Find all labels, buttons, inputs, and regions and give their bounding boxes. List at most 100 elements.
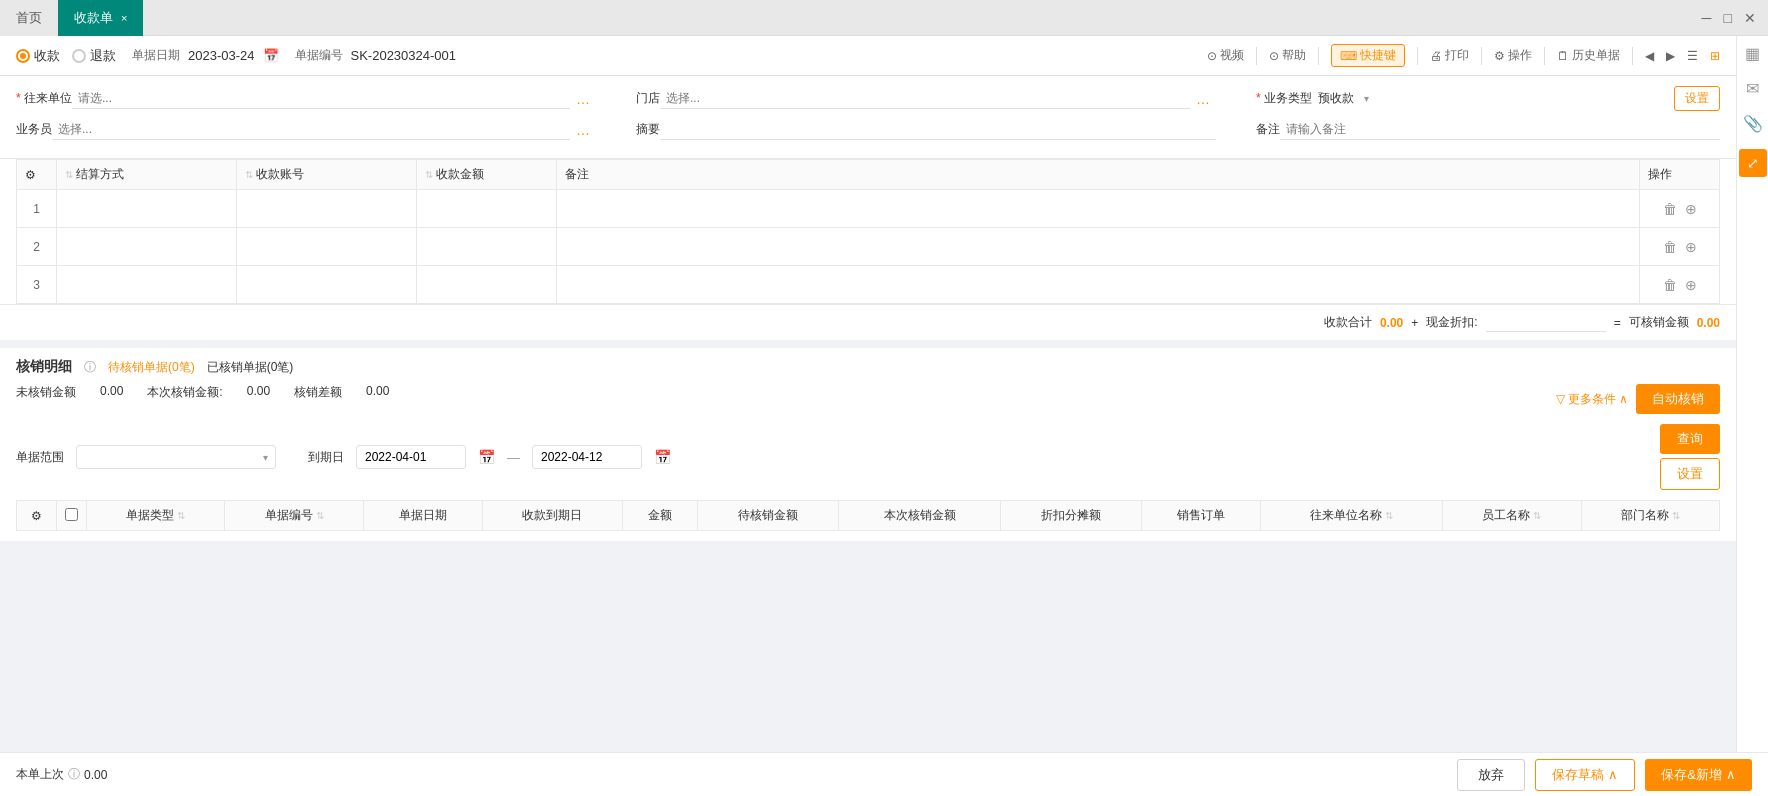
partner-more-btn[interactable]: … — [570, 91, 596, 107]
nav-next[interactable]: ▶ — [1666, 49, 1675, 63]
diff-label: 核销差额 — [294, 384, 342, 414]
detail-checkbox-header[interactable] — [57, 501, 87, 531]
done-tab[interactable]: 已核销单据(0笔) — [207, 359, 294, 376]
cal-to-icon[interactable]: 📅 — [654, 449, 671, 465]
settings-btn[interactable]: 设置 — [1674, 86, 1720, 111]
copy-icon-1[interactable]: ⊕ — [1685, 201, 1697, 217]
operation-btn[interactable]: ⚙ 操作 — [1494, 47, 1532, 64]
discard-button[interactable]: 放弃 — [1457, 759, 1525, 791]
select-all-checkbox[interactable] — [65, 508, 78, 521]
more-conditions-btn[interactable]: ▽ 更多条件 ∧ — [1556, 391, 1628, 408]
partner-input[interactable] — [72, 88, 570, 109]
date-from-input[interactable] — [356, 445, 466, 469]
col-partner[interactable]: 往来单位名称 — [1260, 501, 1442, 531]
copy-icon-2[interactable]: ⊕ — [1685, 239, 1697, 255]
col-staff[interactable]: 员工名称 — [1443, 501, 1581, 531]
col-type[interactable]: 单据类型 — [87, 501, 225, 531]
range-select-wrapper — [76, 445, 276, 469]
tab-current[interactable]: 收款单 × — [58, 0, 143, 36]
cell-amount-2[interactable] — [417, 228, 557, 266]
table-gear-header[interactable]: ⚙ — [17, 160, 57, 190]
maximize-icon[interactable]: □ — [1724, 10, 1732, 26]
minimize-icon[interactable]: ─ — [1702, 10, 1712, 26]
cell-amount-1[interactable] — [417, 190, 557, 228]
cell-settlement-3[interactable] — [57, 266, 237, 304]
cell-remark-1[interactable] — [557, 190, 1640, 228]
delete-icon-3[interactable]: 🗑 — [1663, 277, 1677, 293]
biz-type-value: 预收款 — [1312, 87, 1360, 110]
shortcut-btn[interactable]: ⌨ 快捷键 — [1331, 44, 1405, 67]
wo-settings-btn[interactable]: 设置 — [1660, 458, 1720, 490]
col-num[interactable]: 单据编号 — [225, 501, 363, 531]
radio-refund[interactable]: 退款 — [72, 47, 116, 65]
settlement-input-2[interactable] — [57, 234, 236, 260]
attachment-icon[interactable]: 📎 — [1743, 114, 1763, 133]
account-input-1[interactable] — [237, 196, 416, 222]
biz-type-select[interactable]: 预收款 ▾ — [1312, 87, 1666, 110]
remark-input-2[interactable] — [557, 234, 1639, 260]
table-view-icon[interactable]: ▦ — [1745, 44, 1760, 63]
discount-input[interactable] — [1486, 313, 1606, 332]
account-input-3[interactable] — [237, 272, 416, 298]
remark-input-1[interactable] — [557, 196, 1639, 222]
range-select[interactable] — [76, 445, 276, 469]
col-remark: 备注 — [557, 160, 1640, 190]
radio-receipt[interactable]: 收款 — [16, 47, 60, 65]
help-icon: ⊙ — [1269, 49, 1279, 63]
close-icon[interactable]: ✕ — [1744, 10, 1756, 26]
help-btn[interactable]: ⊙ 帮助 — [1269, 47, 1306, 64]
date-to-input[interactable] — [532, 445, 642, 469]
toolbar-right: ⊙ 视频 ⊙ 帮助 ⌨ 快捷键 🖨 打印 ⚙ 操作 — [1207, 44, 1720, 67]
radio-receipt-label: 收款 — [34, 47, 60, 65]
cell-settlement-2[interactable] — [57, 228, 237, 266]
calendar-icon[interactable]: 📅 — [263, 48, 279, 63]
delete-icon-2[interactable]: 🗑 — [1663, 239, 1677, 255]
save-new-button[interactable]: 保存&新增 ∧ — [1645, 759, 1752, 791]
amount-input-1[interactable] — [417, 196, 556, 222]
query-btn[interactable]: 查询 — [1660, 424, 1720, 454]
settlement-input-1[interactable] — [57, 196, 236, 222]
store-input[interactable] — [660, 88, 1190, 109]
staff-input[interactable] — [52, 119, 570, 140]
auto-writeoff-btn[interactable]: 自动核销 — [1636, 384, 1720, 414]
staff-more-btn[interactable]: … — [570, 122, 596, 138]
copy-icon-3[interactable]: ⊕ — [1685, 277, 1697, 293]
expand-icon[interactable]: ⤢ — [1739, 149, 1767, 177]
account-input-2[interactable] — [237, 234, 416, 260]
amount-input-2[interactable] — [417, 234, 556, 260]
delete-icon-1[interactable]: 🗑 — [1663, 201, 1677, 217]
cell-remark-2[interactable] — [557, 228, 1640, 266]
settlement-input-3[interactable] — [57, 272, 236, 298]
writeoff-info-icon[interactable]: ⓘ — [84, 359, 96, 376]
cell-remark-3[interactable] — [557, 266, 1640, 304]
summary-input[interactable] — [660, 119, 1216, 140]
tab-home[interactable]: 首页 — [0, 0, 58, 36]
history-btn[interactable]: 🗒 历史单据 — [1557, 47, 1620, 64]
doc-type-group: 收款 退款 — [16, 47, 116, 65]
nav-prev[interactable]: ◀ — [1645, 49, 1654, 63]
mail-icon[interactable]: ✉ — [1746, 79, 1759, 98]
video-btn[interactable]: ⊙ 视频 — [1207, 47, 1244, 64]
cell-account-2[interactable] — [237, 228, 417, 266]
save-draft-button[interactable]: 保存草稿 ∧ — [1535, 759, 1635, 791]
col-dept[interactable]: 部门名称 — [1581, 501, 1720, 531]
remark-input[interactable] — [1280, 119, 1720, 140]
view-toggle2[interactable]: ⊞ — [1710, 49, 1720, 63]
cal-from-icon[interactable]: 📅 — [478, 449, 495, 465]
view-toggle[interactable]: ☰ — [1687, 49, 1698, 63]
cell-settlement-1[interactable] — [57, 190, 237, 228]
pending-tab[interactable]: 待核销单据(0笔) — [108, 359, 195, 376]
print-btn[interactable]: 🖨 打印 — [1430, 47, 1469, 64]
remark-input-3[interactable] — [557, 272, 1639, 298]
cell-account-3[interactable] — [237, 266, 417, 304]
col-due-date: 收款到期日 — [482, 501, 623, 531]
cell-amount-3[interactable] — [417, 266, 557, 304]
amount-input-3[interactable] — [417, 272, 556, 298]
cell-account-1[interactable] — [237, 190, 417, 228]
detail-gear-header[interactable]: ⚙ — [17, 501, 57, 531]
tab-close-icon[interactable]: × — [121, 12, 127, 24]
store-more-btn[interactable]: … — [1190, 91, 1216, 107]
sum-value: 0.00 — [1380, 316, 1403, 330]
equals-sign: = — [1614, 316, 1621, 330]
bottom-info-icon[interactable]: ⓘ — [68, 766, 80, 783]
